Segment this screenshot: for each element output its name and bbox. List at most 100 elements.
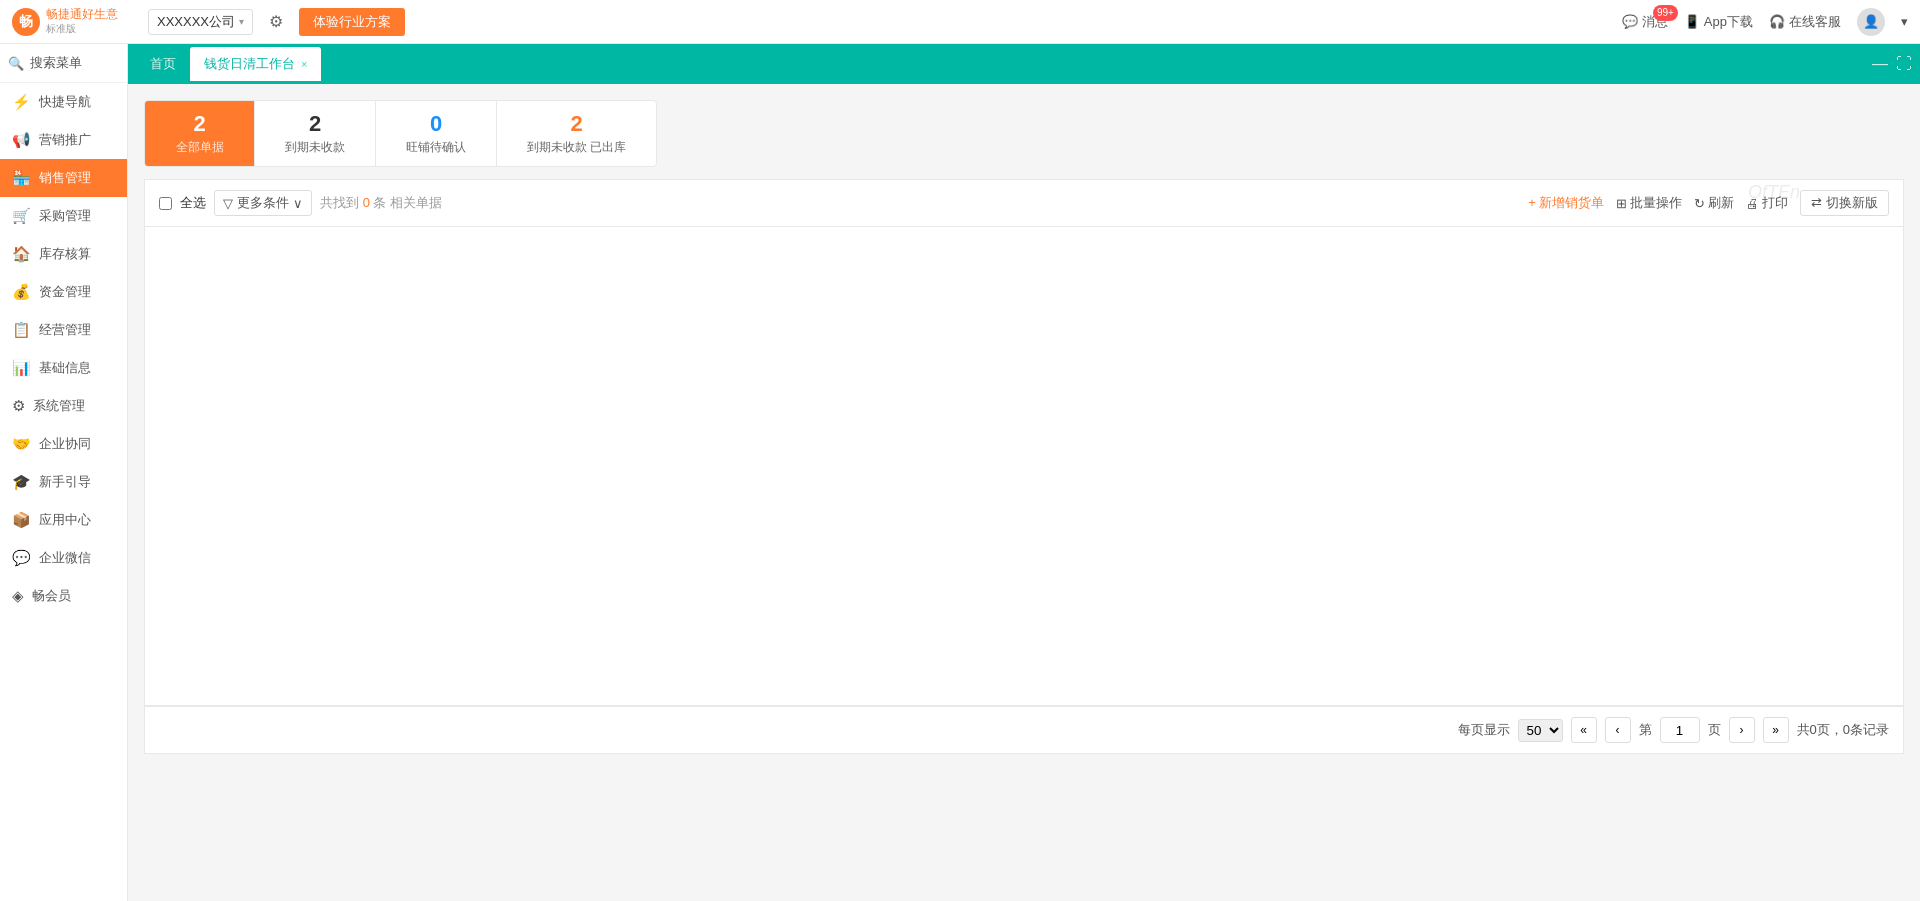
logo-text: 畅捷通好生意	[46, 7, 118, 23]
inventory-icon: 🏠	[12, 245, 31, 263]
stat-num-overdue: 2	[285, 111, 345, 137]
prev-page-button[interactable]: ‹	[1605, 717, 1631, 743]
nav-tabs: 首页 钱货日清工作台 × — ⛶	[128, 44, 1920, 84]
per-page-select[interactable]: 50	[1518, 719, 1563, 742]
tab-home[interactable]: 首页	[136, 47, 190, 81]
close-tab-icon[interactable]: ×	[301, 58, 307, 70]
filter-label: 更多条件	[237, 194, 289, 212]
sidebar-item-quick-nav[interactable]: ⚡ 快捷导航	[0, 83, 127, 121]
count-suffix: 相关单据	[390, 195, 442, 210]
table-area	[144, 226, 1904, 706]
message-button[interactable]: 💬 消息 99+	[1622, 13, 1668, 31]
stat-tab-pending[interactable]: 0 旺铺待确认	[376, 101, 497, 166]
sidebar-item-system[interactable]: ⚙ 系统管理	[0, 387, 127, 425]
sidebar-search[interactable]: 🔍 搜索菜单	[0, 44, 127, 83]
sidebar-item-label: 应用中心	[39, 511, 91, 529]
member-icon: ◈	[12, 587, 24, 605]
sidebar-item-label: 经营管理	[39, 321, 91, 339]
sidebar: 🔍 搜索菜单 ⚡ 快捷导航 📢 营销推广 🏪 销售管理 🛒 采购管理 🏠 库存核…	[0, 44, 128, 901]
marketing-icon: 📢	[12, 131, 31, 149]
sidebar-item-label: 畅会员	[32, 587, 71, 605]
refresh-icon: ↻	[1694, 196, 1705, 211]
toolbar: 全选 ▽ 更多条件 ∨ 共找到 0 条 相关单据 + 新增销货单 ⊞ 批量操作 …	[144, 179, 1904, 226]
top-header: 畅 畅捷通好生意 标准版 XXXXXX公司 ▾ ⚙ 体验行业方案 💬 消息 99…	[0, 0, 1920, 44]
logo-sub: 标准版	[46, 22, 118, 36]
main-content: 2 全部单据 2 到期未收款 0 旺铺待确认 2 到期未收款 已出库 全选 ▽ …	[128, 84, 1920, 901]
company-selector[interactable]: XXXXXX公司 ▾	[148, 9, 253, 35]
sidebar-item-purchase[interactable]: 🛒 采购管理	[0, 197, 127, 235]
base-info-icon: 📊	[12, 359, 31, 377]
sidebar-item-label: 营销推广	[39, 131, 91, 149]
sidebar-item-inventory[interactable]: 🏠 库存核算	[0, 235, 127, 273]
wechat-icon: 💬	[12, 549, 31, 567]
sidebar-item-marketing[interactable]: 📢 营销推广	[0, 121, 127, 159]
sidebar-item-sales[interactable]: 🏪 销售管理	[0, 159, 127, 197]
stat-label-overdue: 到期未收款	[285, 139, 345, 156]
select-all-checkbox[interactable]	[159, 197, 172, 210]
maximize-button[interactable]: ⛶	[1896, 55, 1912, 73]
online-service-label: 在线客服	[1789, 13, 1841, 31]
sidebar-item-guide[interactable]: 🎓 新手引导	[0, 463, 127, 501]
stat-tab-shipped[interactable]: 2 到期未收款 已出库	[497, 101, 656, 166]
service-icon: 🎧	[1769, 14, 1785, 29]
next-page-button[interactable]: ›	[1729, 717, 1755, 743]
sidebar-item-app-center[interactable]: 📦 应用中心	[0, 501, 127, 539]
trial-button[interactable]: 体验行业方案	[299, 8, 405, 36]
header-right: 💬 消息 99+ 📱 App下载 🎧 在线客服 👤 ▾	[1622, 8, 1908, 36]
sidebar-item-cooperation[interactable]: 🤝 企业协同	[0, 425, 127, 463]
first-page-button[interactable]: «	[1571, 717, 1597, 743]
sidebar-item-label: 基础信息	[39, 359, 91, 377]
sidebar-item-base-info[interactable]: 📊 基础信息	[0, 349, 127, 387]
stat-tab-all[interactable]: 2 全部单据	[145, 101, 255, 166]
stat-num-pending: 0	[406, 111, 466, 137]
company-name: XXXXXX公司	[157, 13, 235, 31]
minimize-button[interactable]: —	[1872, 55, 1888, 73]
tab-home-label: 首页	[150, 55, 176, 73]
operations-icon: 📋	[12, 321, 31, 339]
tab-workbench[interactable]: 钱货日清工作台 ×	[190, 47, 321, 81]
sidebar-item-label: 企业微信	[39, 549, 91, 567]
count-num: 0	[363, 195, 370, 210]
per-page-label: 每页显示	[1458, 721, 1510, 739]
count-prefix: 共找到	[320, 195, 359, 210]
sidebar-item-label: 销售管理	[39, 169, 91, 187]
message-badge: 99+	[1653, 5, 1678, 21]
filter-chevron: ∨	[293, 196, 303, 211]
filter-button[interactable]: ▽ 更多条件 ∨	[214, 190, 312, 216]
stat-num-all: 2	[175, 111, 224, 137]
batch-label: 批量操作	[1630, 194, 1682, 212]
print-button[interactable]: 🖨 打印	[1746, 194, 1788, 212]
sidebar-item-operations[interactable]: 📋 经营管理	[0, 311, 127, 349]
app-download-label: App下载	[1704, 13, 1753, 31]
app-center-icon: 📦	[12, 511, 31, 529]
search-icon: 🔍	[8, 56, 24, 71]
sidebar-item-label: 库存核算	[39, 245, 91, 263]
avatar[interactable]: 👤	[1857, 8, 1885, 36]
stat-tab-overdue[interactable]: 2 到期未收款	[255, 101, 376, 166]
online-service-button[interactable]: 🎧 在线客服	[1769, 13, 1841, 31]
message-icon: 💬	[1622, 14, 1638, 29]
page-input[interactable]	[1660, 717, 1700, 743]
sidebar-item-finance[interactable]: 💰 资金管理	[0, 273, 127, 311]
refresh-label: 刷新	[1708, 194, 1734, 212]
user-menu[interactable]: ▾	[1901, 14, 1908, 29]
sidebar-search-label: 搜索菜单	[30, 54, 82, 72]
sidebar-item-member[interactable]: ◈ 畅会员	[0, 577, 127, 615]
add-order-button[interactable]: + 新增销货单	[1528, 194, 1604, 212]
sales-icon: 🏪	[12, 169, 31, 187]
refresh-button[interactable]: ↻ 刷新	[1694, 194, 1734, 212]
stats-tabs: 2 全部单据 2 到期未收款 0 旺铺待确认 2 到期未收款 已出库	[144, 100, 657, 167]
page-suffix: 页	[1708, 721, 1721, 739]
batch-action-button[interactable]: ⊞ 批量操作	[1616, 194, 1682, 212]
quick-nav-icon: ⚡	[12, 93, 31, 111]
sidebar-item-wechat[interactable]: 💬 企业微信	[0, 539, 127, 577]
app-download-button[interactable]: 📱 App下载	[1684, 13, 1753, 31]
pagination: 每页显示 50 « ‹ 第 页 › » 共0页，0条记录	[144, 706, 1904, 754]
settings-button[interactable]: ⚙	[261, 7, 291, 37]
switch-version-button[interactable]: ⇄ 切换新版	[1800, 190, 1889, 216]
sidebar-item-label: 采购管理	[39, 207, 91, 225]
total-info: 共0页，0条记录	[1797, 721, 1889, 739]
stat-label-pending: 旺铺待确认	[406, 139, 466, 156]
last-page-button[interactable]: »	[1763, 717, 1789, 743]
purchase-icon: 🛒	[12, 207, 31, 225]
